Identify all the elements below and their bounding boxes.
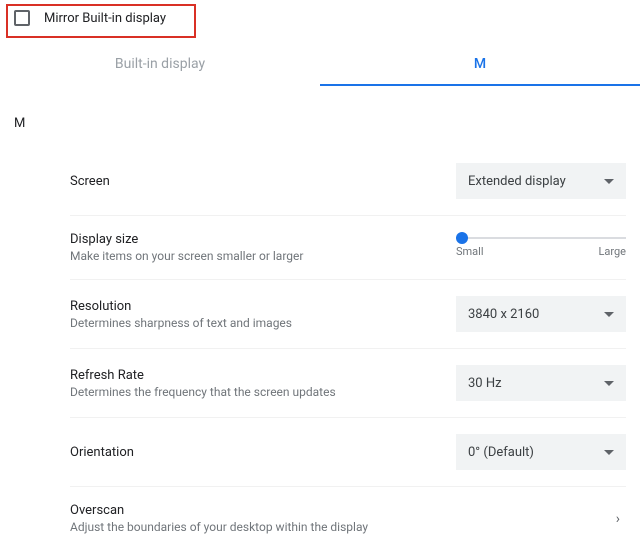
tab-builtin-display[interactable]: Built-in display <box>0 46 320 86</box>
overscan-sub: Adjust the boundaries of your desktop wi… <box>70 520 368 534</box>
refresh-value: 30 Hz <box>468 376 502 391</box>
slider-max-label: Large <box>598 245 626 258</box>
display-size-row: Display size Make items on your screen s… <box>70 216 626 280</box>
mirror-display-row[interactable]: Mirror Built-in display <box>0 0 640 36</box>
overscan-label: Overscan <box>70 503 368 518</box>
resolution-sub: Determines sharpness of text and images <box>70 316 292 330</box>
screen-value: Extended display <box>468 174 566 189</box>
screen-row: Screen Extended display <box>70 147 626 216</box>
tab-external-display[interactable]: M <box>320 46 640 86</box>
orientation-select[interactable]: 0° (Default) <box>456 434 626 470</box>
screen-select[interactable]: Extended display <box>456 163 626 199</box>
orientation-label: Orientation <box>70 445 134 460</box>
chevron-down-icon <box>604 450 614 455</box>
display-tabs: Built-in display M <box>0 46 640 86</box>
refresh-label: Refresh Rate <box>70 368 336 383</box>
resolution-select[interactable]: 3840 x 2160 <box>456 296 626 332</box>
refresh-rate-row: Refresh Rate Determines the frequency th… <box>70 349 626 418</box>
overscan-row[interactable]: Overscan Adjust the boundaries of your d… <box>70 487 626 550</box>
chevron-right-icon: › <box>616 511 626 527</box>
refresh-sub: Determines the frequency that the screen… <box>70 385 336 399</box>
mirror-checkbox[interactable] <box>14 10 30 26</box>
chevron-down-icon <box>604 179 614 184</box>
slider-thumb[interactable] <box>456 232 468 244</box>
refresh-rate-select[interactable]: 30 Hz <box>456 365 626 401</box>
orientation-value: 0° (Default) <box>468 445 534 460</box>
orientation-row: Orientation 0° (Default) <box>70 418 626 487</box>
display-size-slider[interactable] <box>456 237 626 239</box>
chevron-down-icon <box>604 381 614 386</box>
resolution-label: Resolution <box>70 299 292 314</box>
mirror-label: Mirror Built-in display <box>44 11 166 26</box>
section-title: M <box>0 86 640 147</box>
screen-label: Screen <box>70 174 110 189</box>
resolution-value: 3840 x 2160 <box>468 307 539 322</box>
slider-min-label: Small <box>456 245 484 258</box>
chevron-down-icon <box>604 312 614 317</box>
display-size-sub: Make items on your screen smaller or lar… <box>70 249 303 263</box>
resolution-row: Resolution Determines sharpness of text … <box>70 280 626 349</box>
display-size-label: Display size <box>70 232 303 247</box>
